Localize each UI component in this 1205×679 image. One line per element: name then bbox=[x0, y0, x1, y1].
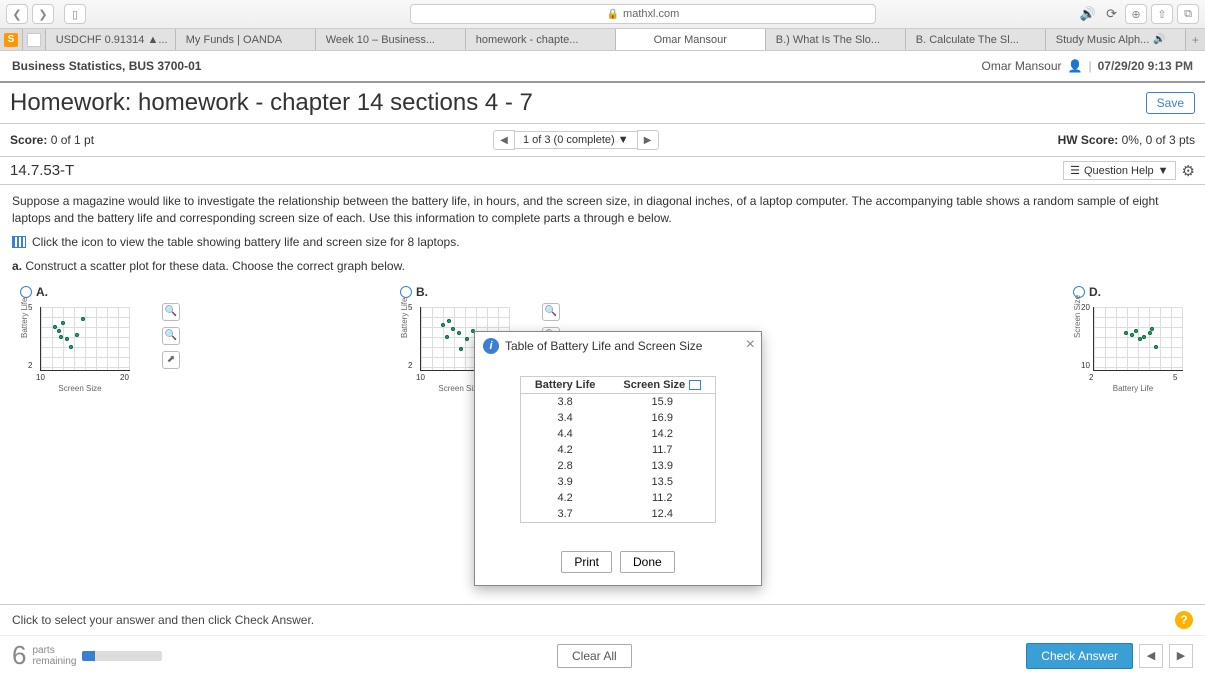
data-table-modal: i Table of Battery Life and Screen Size … bbox=[474, 331, 762, 586]
datetime: 07/29/20 9:13 PM bbox=[1098, 59, 1193, 73]
table-row: 4.211.7 bbox=[520, 442, 715, 458]
popout-icon[interactable]: ⬈ bbox=[162, 351, 180, 369]
prev-question-button[interactable]: ◀ bbox=[493, 130, 515, 150]
col-header-screen: Screen Size bbox=[609, 377, 715, 394]
sidebar-button[interactable]: ▯ bbox=[64, 4, 86, 24]
next-question-button[interactable]: ▶ bbox=[637, 130, 659, 150]
browser-chrome: ❮ ❯ ▯ 🔒 mathxl.com 🔊 ⟳ ⊕ ⇧ ⧉ S USDCHF 0.… bbox=[0, 0, 1205, 51]
parts-remaining: 6 parts remaining bbox=[12, 640, 162, 671]
tab-4[interactable]: Omar Mansour bbox=[616, 29, 766, 50]
zoom-in-icon[interactable]: 🔍 bbox=[162, 303, 180, 321]
table-row: 3.815.9 bbox=[520, 394, 715, 411]
sound-icon[interactable]: 🔊 bbox=[1080, 6, 1096, 22]
modal-title: Table of Battery Life and Screen Size bbox=[505, 339, 702, 353]
help-icon[interactable]: ? bbox=[1175, 611, 1193, 629]
lock-icon: 🔒 bbox=[607, 9, 619, 20]
reload-button[interactable]: ⟳ bbox=[1106, 6, 1117, 22]
answer-hint: Click to select your answer and then cli… bbox=[12, 613, 314, 627]
settings-icon[interactable]: ⚙ bbox=[1182, 162, 1195, 180]
tab-row: S USDCHF 0.91314 ▲... My Funds | OANDA W… bbox=[0, 28, 1205, 50]
back-button[interactable]: ❮ bbox=[6, 4, 28, 24]
data-table-link[interactable]: Click the icon to view the table showing… bbox=[12, 235, 1193, 249]
table-row: 4.414.2 bbox=[520, 426, 715, 442]
prev-part-button[interactable]: ◀ bbox=[1139, 644, 1163, 668]
choice-a-chart[interactable]: Battery Life 5 2 10 20 Screen Size 🔍 🔍 bbox=[20, 303, 140, 393]
question-prompt: Suppose a magazine would like to investi… bbox=[12, 193, 1193, 227]
question-nav-status[interactable]: 1 of 3 (0 complete) ▼ bbox=[515, 131, 637, 149]
new-tab-button[interactable]: + bbox=[1186, 29, 1205, 50]
table-row: 3.416.9 bbox=[520, 410, 715, 426]
question-help-button[interactable]: ☰ Question Help ▼ bbox=[1063, 161, 1175, 180]
table-row: 3.913.5 bbox=[520, 474, 715, 490]
tabs-button[interactable]: ⧉ bbox=[1177, 4, 1199, 24]
favicon-2[interactable] bbox=[23, 29, 46, 50]
info-icon: i bbox=[483, 338, 499, 354]
choice-a-radio[interactable] bbox=[20, 286, 32, 298]
data-table: Battery Life Screen Size 3.815.93.416.94… bbox=[520, 376, 716, 523]
table-row: 2.813.9 bbox=[520, 458, 715, 474]
progress-bar bbox=[82, 651, 162, 661]
print-button[interactable]: Print bbox=[561, 551, 612, 573]
col-header-battery: Battery Life bbox=[520, 377, 609, 394]
table-icon bbox=[12, 236, 26, 248]
check-answer-button[interactable]: Check Answer bbox=[1026, 643, 1133, 669]
homework-title: Homework: homework - chapter 14 sections… bbox=[10, 89, 533, 117]
tab-sound-icon: 🔊 bbox=[1153, 34, 1165, 45]
forward-button[interactable]: ❯ bbox=[32, 4, 54, 24]
tab-0[interactable]: USDCHF 0.91314 ▲... bbox=[46, 29, 176, 50]
list-icon: ☰ bbox=[1070, 164, 1080, 177]
choice-d-label: D. bbox=[1089, 285, 1101, 299]
question-id: 14.7.53-T bbox=[10, 162, 74, 179]
choice-a-label: A. bbox=[36, 285, 48, 299]
favicon-1[interactable]: S bbox=[0, 29, 23, 50]
save-button[interactable]: Save bbox=[1146, 92, 1195, 114]
zoom-out-icon[interactable]: 🔍 bbox=[162, 327, 180, 345]
tab-1[interactable]: My Funds | OANDA bbox=[176, 29, 316, 50]
choice-d-chart[interactable]: Screen Size 20 10 2 5 Battery Life 🔍 🔍 bbox=[1073, 303, 1193, 393]
close-icon[interactable]: × bbox=[746, 336, 755, 354]
tab-2[interactable]: Week 10 – Business... bbox=[316, 29, 466, 50]
table-row: 4.211.2 bbox=[520, 490, 715, 506]
student-name: Omar Mansour bbox=[981, 59, 1061, 73]
zoom-in-icon[interactable]: 🔍 bbox=[542, 303, 560, 321]
table-row: 3.712.4 bbox=[520, 506, 715, 523]
tab-6[interactable]: B. Calculate The Sl... bbox=[906, 29, 1046, 50]
tab-5[interactable]: B.) What Is The Slo... bbox=[766, 29, 906, 50]
url-host: mathxl.com bbox=[623, 8, 679, 20]
choice-b-label: B. bbox=[416, 285, 428, 299]
part-a: a. Construct a scatter plot for these da… bbox=[12, 259, 1193, 273]
hw-score: HW Score: 0%, 0 of 3 pts bbox=[1058, 133, 1195, 147]
question-score: Score: 0 of 1 pt bbox=[10, 133, 94, 147]
tab-3[interactable]: homework - chapte... bbox=[466, 29, 616, 50]
done-button[interactable]: Done bbox=[620, 551, 675, 573]
url-bar[interactable]: 🔒 mathxl.com bbox=[410, 4, 876, 24]
tab-7[interactable]: Study Music Alph...🔊 bbox=[1046, 29, 1186, 50]
page-content: Business Statistics, BUS 3700-01 Omar Ma… bbox=[0, 51, 1205, 679]
course-name: Business Statistics, BUS 3700-01 bbox=[12, 59, 201, 73]
share-button[interactable]: ⇧ bbox=[1151, 4, 1173, 24]
copy-icon[interactable] bbox=[689, 380, 701, 390]
choice-b-radio[interactable] bbox=[400, 286, 412, 298]
clear-all-button[interactable]: Clear All bbox=[557, 644, 632, 668]
user-icon: 👤 bbox=[1068, 59, 1083, 73]
next-part-button[interactable]: ▶ bbox=[1169, 644, 1193, 668]
downloads-button[interactable]: ⊕ bbox=[1125, 4, 1147, 24]
